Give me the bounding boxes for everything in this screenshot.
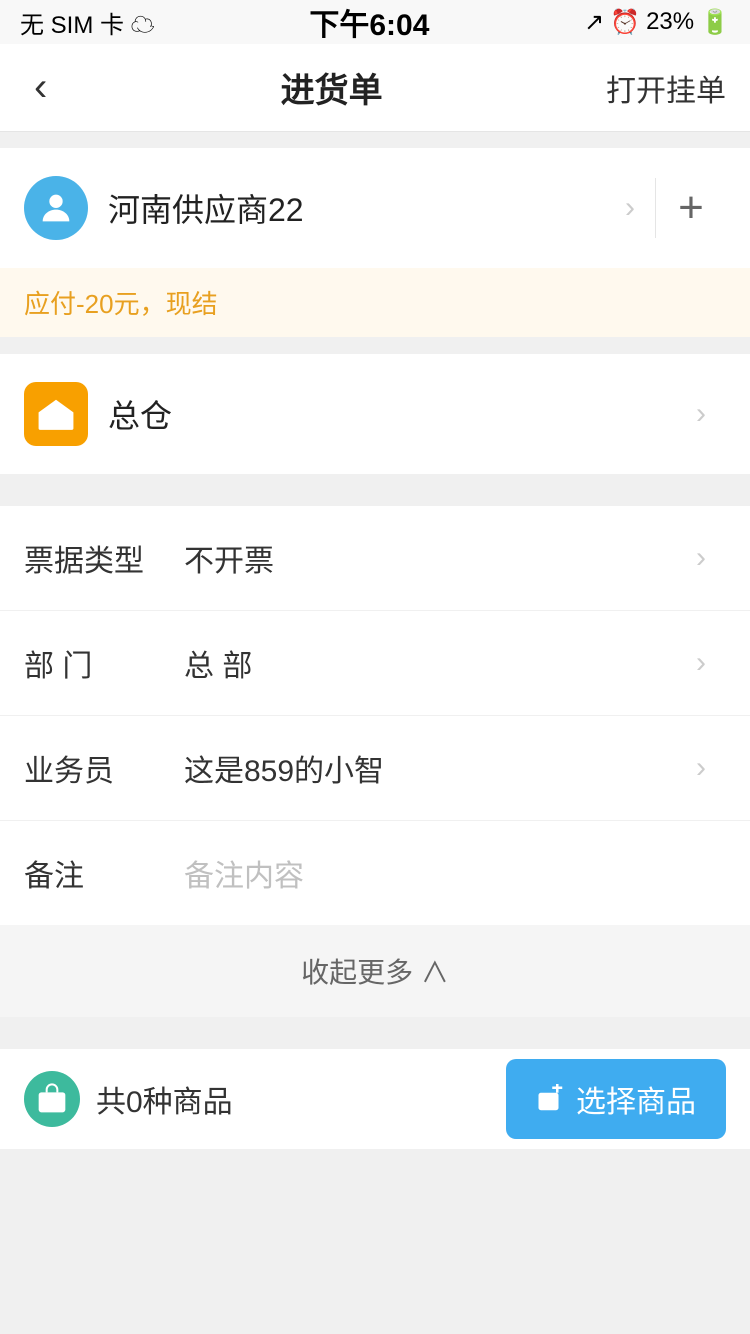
form-row-department[interactable]: 部 门 总 部 › <box>0 611 750 716</box>
status-time: 下午6:04 <box>309 0 429 44</box>
select-product-button[interactable]: 选择商品 <box>506 1059 726 1139</box>
salesperson-label: 业务员 <box>24 746 164 790</box>
status-right: ↗ ⏰ 23% 🔋 <box>584 8 730 37</box>
department-value: 总 部 <box>164 641 696 685</box>
invoice-chevron-icon: › <box>696 541 706 575</box>
warehouse-icon-wrap <box>24 382 88 446</box>
section-divider-2 <box>0 337 750 353</box>
battery-level: 23% <box>646 8 694 36</box>
sim-status: 无 SIM 卡 ☁ <box>20 5 155 40</box>
open-pending-button[interactable]: 打开挂单 <box>606 66 726 110</box>
section-divider-4 <box>0 1017 750 1033</box>
nav-bar: ‹ 进货单 打开挂单 <box>0 44 750 132</box>
section-divider-3 <box>0 474 750 490</box>
product-icon-wrap <box>24 1071 80 1127</box>
page-title: 进货单 <box>281 63 383 112</box>
department-chevron-icon: › <box>696 646 706 680</box>
section-divider-1 <box>0 132 750 148</box>
select-product-label: 选择商品 <box>576 1077 696 1121</box>
remark-input[interactable]: 备注内容 <box>164 851 726 895</box>
back-button[interactable]: ‹ <box>24 55 57 120</box>
notice-bar: 应付-20元，现结 <box>0 268 750 337</box>
warehouse-chevron-icon: › <box>696 397 706 431</box>
warehouse-row[interactable]: 总仓 › <box>24 354 726 474</box>
bottom-bar: 共0种商品 选择商品 <box>0 1049 750 1149</box>
form-section: 票据类型 不开票 › 部 门 总 部 › 业务员 这是859的小智 › 备注 备… <box>0 506 750 925</box>
battery-icon: 🔋 <box>700 8 730 37</box>
alarm-icon: ⏰ <box>610 8 640 37</box>
form-row-salesperson[interactable]: 业务员 这是859的小智 › <box>0 716 750 821</box>
product-count-label: 共0种商品 <box>96 1077 506 1121</box>
form-row-remark[interactable]: 备注 备注内容 <box>0 821 750 925</box>
supplier-name: 河南供应商22 <box>108 185 625 231</box>
department-label: 部 门 <box>24 641 164 685</box>
supplier-row[interactable]: 河南供应商22 › <box>24 148 655 268</box>
location-icon: ↗ <box>584 8 604 37</box>
invoice-value: 不开票 <box>164 536 696 580</box>
salesperson-chevron-icon: › <box>696 751 706 785</box>
status-bar: 无 SIM 卡 ☁ 下午6:04 ↗ ⏰ 23% 🔋 <box>0 0 750 44</box>
person-icon <box>36 188 76 228</box>
chevron-right-icon: › <box>625 191 635 225</box>
warehouse-section[interactable]: 总仓 › <box>0 354 750 474</box>
remark-label: 备注 <box>24 851 164 895</box>
add-supplier-button[interactable]: + <box>656 173 726 243</box>
warehouse-icon <box>37 395 75 433</box>
status-left: 无 SIM 卡 ☁ <box>20 5 155 40</box>
shopping-bag-icon <box>36 1083 68 1115</box>
supplier-avatar <box>24 176 88 240</box>
collapse-button[interactable]: 收起更多 ∧ <box>0 925 750 1017</box>
warehouse-name: 总仓 <box>108 391 696 437</box>
add-product-icon <box>536 1084 566 1114</box>
salesperson-value: 这是859的小智 <box>164 746 696 790</box>
invoice-label: 票据类型 <box>24 536 164 580</box>
supplier-section: 河南供应商22 › + <box>0 148 750 268</box>
form-row-invoice[interactable]: 票据类型 不开票 › <box>0 506 750 611</box>
